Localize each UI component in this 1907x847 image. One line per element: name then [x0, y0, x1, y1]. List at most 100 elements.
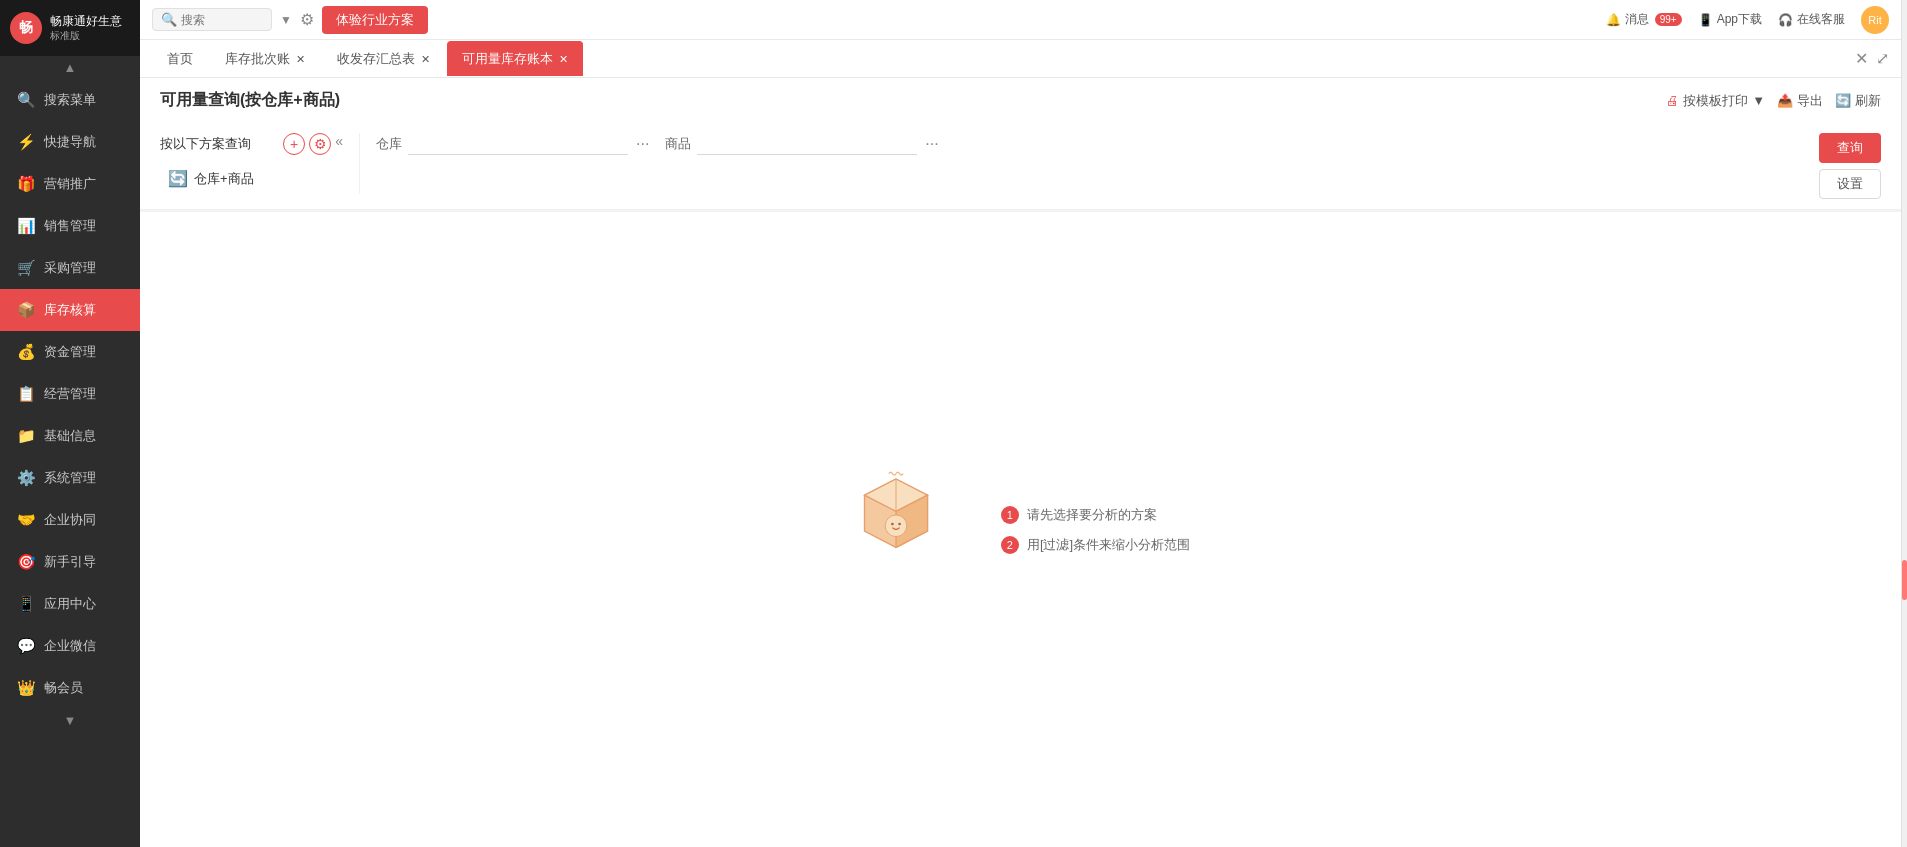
page-header: 可用量查询(按仓库+商品) 🖨 按模板打印 ▼ 📤 导出 🔄 刷新	[140, 78, 1901, 123]
search-input[interactable]	[181, 13, 261, 27]
cart-icon: 🛒	[16, 259, 36, 277]
crown-icon: 👑	[16, 679, 36, 697]
chart-icon: 📊	[16, 217, 36, 235]
mobile-icon: 📱	[16, 595, 36, 613]
sidebar-item-basic[interactable]: 📁 基础信息	[0, 415, 140, 457]
manage-scheme-btn[interactable]: ⚙	[309, 133, 331, 155]
scheme-header: 按以下方案查询 + ⚙ «	[160, 133, 343, 155]
export-label: 导出	[1797, 92, 1823, 110]
empty-state: 1 请先选择要分析的方案 2 用[过滤]条件来缩小分析范围	[140, 212, 1901, 847]
search-icon: 🔍	[161, 12, 177, 27]
tab-batch-account[interactable]: 库存批次账 ✕	[210, 41, 320, 76]
print-label: 按模板打印	[1683, 92, 1748, 110]
query-btn[interactable]: 查询	[1819, 133, 1881, 163]
handshake-icon: 🤝	[16, 511, 36, 529]
clipboard-icon: 📋	[16, 385, 36, 403]
tab-collect-total[interactable]: 收发存汇总表 ✕	[322, 41, 445, 76]
sidebar-item-label: 采购管理	[44, 259, 96, 277]
dropdown-chevron-icon: ▼	[1752, 93, 1765, 108]
money-icon: 💰	[16, 343, 36, 361]
sidebar-nav: ▲ 🔍 搜索菜单 ⚡ 快捷导航 🎁 营销推广 📊 销售管理 🛒 采购管理 📦 库…	[0, 56, 140, 847]
export-btn[interactable]: 📤 导出	[1777, 92, 1823, 110]
collapse-icon[interactable]: «	[335, 133, 343, 155]
trial-btn[interactable]: 体验行业方案	[322, 6, 428, 34]
warehouse-input[interactable]	[408, 133, 628, 155]
tab-label: 库存批次账	[225, 50, 290, 68]
product-input[interactable]	[697, 133, 917, 155]
filter-field-product: 商品 ···	[665, 133, 938, 155]
tab-close-all-btn[interactable]: ✕	[1855, 49, 1868, 68]
sidebar-item-label: 系统管理	[44, 469, 96, 487]
sidebar-item-system[interactable]: ⚙️ 系统管理	[0, 457, 140, 499]
refresh-label: 刷新	[1855, 92, 1881, 110]
step1-num: 1	[1001, 506, 1019, 524]
app-logo: 畅	[10, 12, 42, 44]
print-template-btn[interactable]: 🖨 按模板打印 ▼	[1666, 92, 1765, 110]
warehouse-more-icon[interactable]: ···	[636, 135, 649, 153]
headset-icon: 🎧	[1778, 13, 1793, 27]
sidebar-item-guide[interactable]: 🎯 新手引导	[0, 541, 140, 583]
right-scrollbar[interactable]	[1901, 0, 1907, 847]
sidebar-item-label: 营销推广	[44, 175, 96, 193]
filter-area: 按以下方案查询 + ⚙ « 🔄 仓库+商品 仓库 ···	[140, 123, 1901, 210]
scrollbar-thumb[interactable]	[1902, 560, 1907, 600]
sidebar-item-finance[interactable]: 💰 资金管理	[0, 331, 140, 373]
topbar-search-box[interactable]: 🔍	[152, 8, 272, 31]
step2-text: 用[过滤]条件来缩小分析范围	[1027, 536, 1190, 554]
gear-icon: ⚙️	[16, 469, 36, 487]
flash-icon: ⚡	[16, 133, 36, 151]
sidebar-item-label: 企业微信	[44, 637, 96, 655]
tab-available-ledger[interactable]: 可用量库存账本 ✕	[447, 41, 583, 76]
bell-icon: 🔔	[1606, 13, 1621, 27]
sidebar: 畅 畅康通好生意 标准版 ▲ 🔍 搜索菜单 ⚡ 快捷导航 🎁 营销推广 📊 销售…	[0, 0, 140, 847]
tab-close-icon[interactable]: ✕	[296, 54, 305, 65]
sidebar-item-operations[interactable]: 📋 经营管理	[0, 373, 140, 415]
sidebar-item-search[interactable]: 🔍 搜索菜单	[0, 79, 140, 121]
tab-home[interactable]: 首页	[152, 41, 208, 76]
sidebar-item-label: 销售管理	[44, 217, 96, 235]
filter-settings-btn[interactable]: 设置	[1819, 169, 1881, 199]
scheme-item-warehouse-product[interactable]: 🔄 仓库+商品	[160, 163, 343, 194]
product-more-icon[interactable]: ···	[925, 135, 938, 153]
sidebar-item-membership[interactable]: 👑 畅会员	[0, 667, 140, 709]
scheme-actions: + ⚙ «	[283, 133, 343, 155]
sidebar-item-label: 畅会员	[44, 679, 83, 697]
app-title: 畅康通好生意 标准版	[50, 13, 122, 44]
sidebar-item-shortcut[interactable]: ⚡ 快捷导航	[0, 121, 140, 163]
sidebar-item-app-center[interactable]: 📱 应用中心	[0, 583, 140, 625]
add-scheme-btn[interactable]: +	[283, 133, 305, 155]
settings-icon[interactable]: ⚙	[300, 10, 314, 29]
user-initial: Rit	[1868, 14, 1881, 26]
tab-expand-btn[interactable]: ⤢	[1876, 49, 1889, 68]
scheme-label: 按以下方案查询	[160, 135, 251, 153]
app-download-btn[interactable]: 📱 App下载	[1698, 11, 1762, 28]
tab-bar: 首页 库存批次账 ✕ 收发存汇总表 ✕ 可用量库存账本 ✕ ✕ ⤢	[140, 40, 1901, 78]
tabs-right-actions: ✕ ⤢	[1855, 49, 1889, 68]
sidebar-item-enterprise[interactable]: 🤝 企业协同	[0, 499, 140, 541]
sidebar-item-marketing[interactable]: 🎁 营销推广	[0, 163, 140, 205]
empty-step2: 2 用[过滤]条件来缩小分析范围	[1001, 536, 1190, 554]
refresh-icon: 🔄	[1835, 93, 1851, 108]
tab-close-icon[interactable]: ✕	[421, 54, 430, 65]
step1-text: 请先选择要分析的方案	[1027, 506, 1157, 524]
refresh-btn[interactable]: 🔄 刷新	[1835, 92, 1881, 110]
scroll-down-btn[interactable]: ▼	[0, 709, 140, 732]
sidebar-item-label: 企业协同	[44, 511, 96, 529]
sidebar-item-inventory[interactable]: 📦 库存核算	[0, 289, 140, 331]
sidebar-item-sales[interactable]: 📊 销售管理	[0, 205, 140, 247]
sidebar-item-enterprise-wx[interactable]: 💬 企业微信	[0, 625, 140, 667]
sidebar-item-label: 资金管理	[44, 343, 96, 361]
target-icon: 🎯	[16, 553, 36, 571]
avatar[interactable]: Rit	[1861, 6, 1889, 34]
search-icon: 🔍	[16, 91, 36, 109]
scroll-up-btn[interactable]: ▲	[0, 56, 140, 79]
notification-label: 消息	[1625, 11, 1649, 28]
dropdown-icon[interactable]: ▼	[280, 13, 292, 27]
sidebar-item-label: 库存核算	[44, 301, 96, 319]
filter-field-warehouse: 仓库 ···	[376, 133, 649, 155]
notification-btn[interactable]: 🔔 消息 99+	[1606, 11, 1682, 28]
online-service-btn[interactable]: 🎧 在线客服	[1778, 11, 1845, 28]
sidebar-item-purchase[interactable]: 🛒 采购管理	[0, 247, 140, 289]
tab-close-icon[interactable]: ✕	[559, 54, 568, 65]
content-area: 可用量查询(按仓库+商品) 🖨 按模板打印 ▼ 📤 导出 🔄 刷新	[140, 78, 1901, 847]
